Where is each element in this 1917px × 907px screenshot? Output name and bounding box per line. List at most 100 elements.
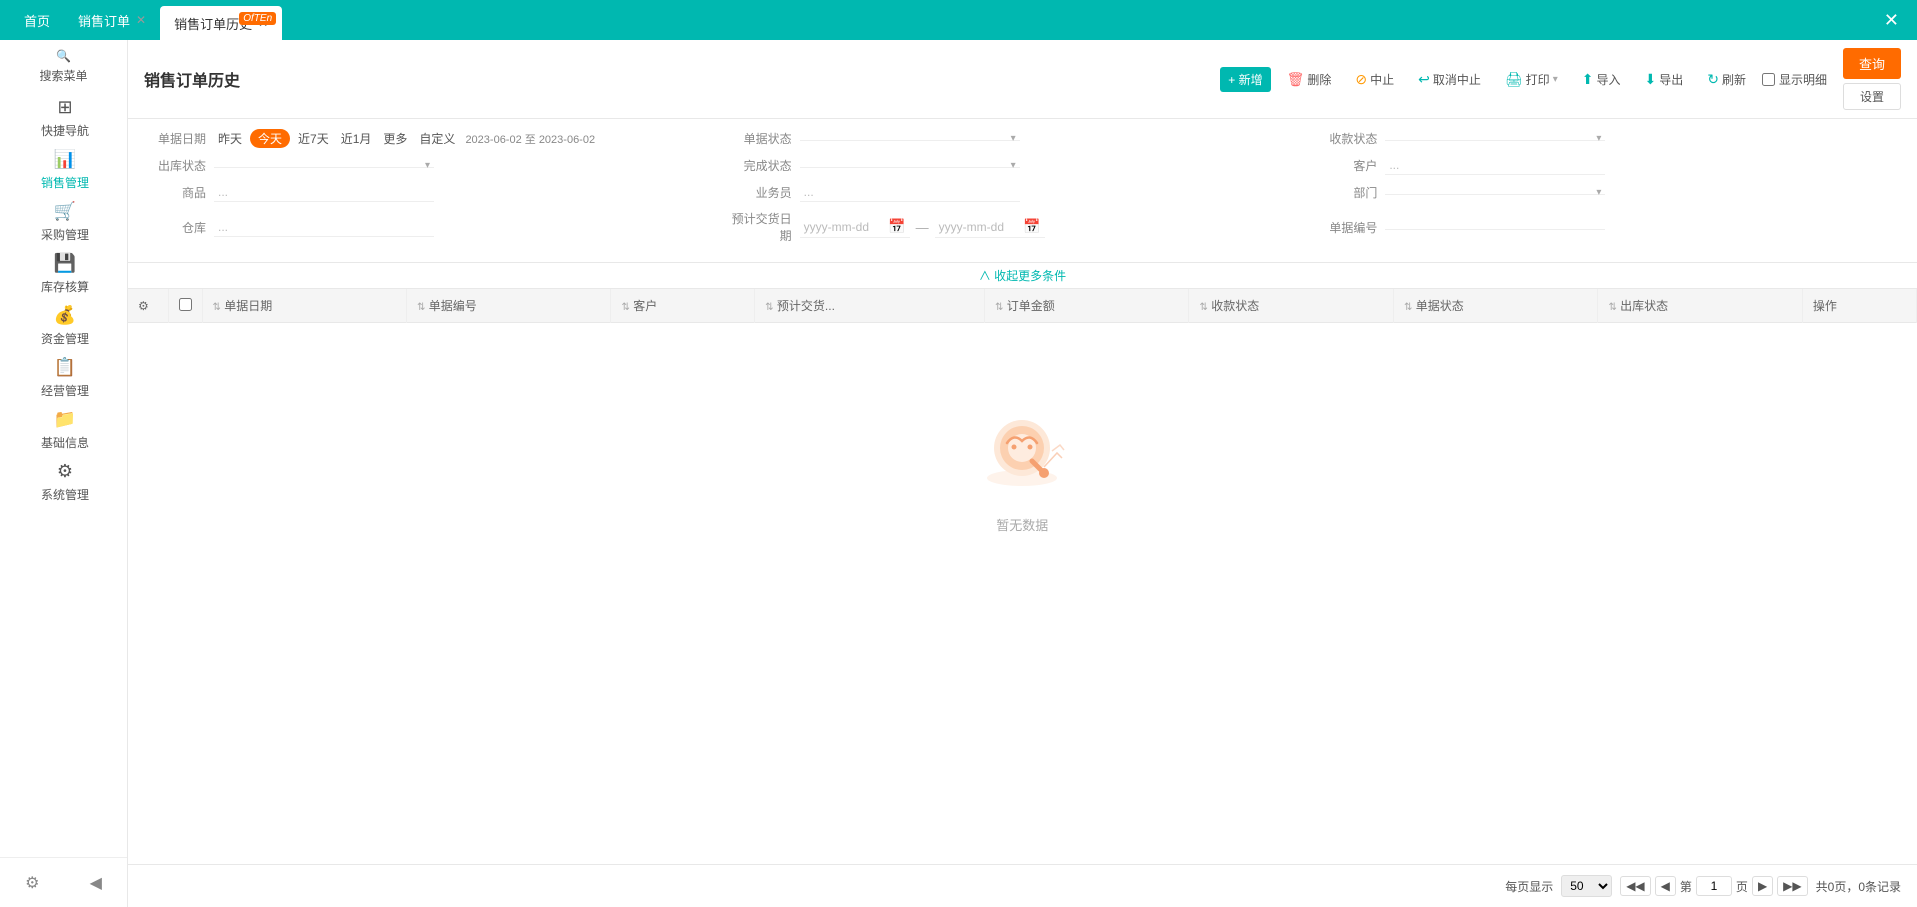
col-action: 操作: [1802, 289, 1916, 323]
col-bill-status-label: 单据状态: [1416, 299, 1464, 313]
new-button[interactable]: + 新增: [1220, 67, 1270, 92]
import-button[interactable]: ⬆ 导入: [1574, 67, 1629, 92]
empty-state: 暂无数据: [128, 323, 1917, 614]
product-select[interactable]: ...: [214, 183, 434, 202]
receipt-status-select[interactable]: ▾: [1385, 136, 1605, 141]
date-btn-7days[interactable]: 近7天: [294, 129, 333, 148]
empty-text: 暂无数据: [996, 515, 1048, 534]
page-size-select[interactable]: 50 10 20 100: [1561, 875, 1612, 897]
refresh-button-label: 刷新: [1722, 71, 1746, 88]
sidebar-item-capital-label: 资金管理: [41, 330, 89, 347]
refresh-button[interactable]: ↻ 刷新: [1699, 67, 1754, 92]
filter-row-1: 单据日期 昨天 今天 近7天 近1月 更多 自定义 2023-06-02 至 2…: [144, 129, 1901, 148]
date-btn-1month[interactable]: 近1月: [337, 129, 376, 148]
filter-row-3: 商品 ... 业务员 ... 部门 ▾: [144, 183, 1901, 202]
col-bill-number[interactable]: ⇅ 单据编号: [406, 289, 610, 323]
date-btn-custom[interactable]: 自定义: [415, 129, 459, 148]
stop-button[interactable]: ⊘ 中止: [1347, 67, 1402, 92]
customer-select[interactable]: ...: [1385, 156, 1605, 175]
bill-number-input[interactable]: [1385, 225, 1605, 230]
first-page-button[interactable]: ◀◀: [1620, 876, 1650, 896]
delivery-start-input[interactable]: yyyy-mm-dd 📅: [800, 216, 910, 238]
tab-sales-order[interactable]: 销售订单 ✕: [64, 0, 160, 40]
display-toggle-checkbox[interactable]: [1762, 73, 1775, 86]
col-est-delivery[interactable]: ⇅ 预计交货...: [755, 289, 985, 323]
often-badge: OfTEn: [239, 12, 276, 25]
sidebar-item-quick-nav[interactable]: ⊞ 快捷导航: [0, 92, 127, 144]
customer-label: 客户: [1315, 157, 1385, 174]
settings-button[interactable]: 设置: [1843, 83, 1901, 110]
table-header-row: ⚙ ⇅ 单据日期 ⇅ 单据编号 ⇅ 客户 ⇅ 预计交货... ⇅ 订单金额 ⇅ …: [128, 289, 1917, 323]
product-dots: ...: [218, 185, 228, 199]
page-title: 销售订单历史: [144, 67, 240, 91]
select-all-checkbox[interactable]: [179, 298, 192, 311]
window-close-button[interactable]: ✕: [1876, 6, 1907, 35]
col-outbound-status[interactable]: ⇅ 出库状态: [1598, 289, 1802, 323]
export-button[interactable]: ⬇ 导出: [1636, 67, 1691, 92]
col-customer[interactable]: ⇅ 客户: [611, 289, 755, 323]
complete-status-select[interactable]: ▾: [800, 163, 1020, 168]
sidebar-item-operation[interactable]: 📋 经营管理: [0, 352, 127, 404]
calendar-start-icon[interactable]: 📅: [888, 218, 905, 235]
receipt-status-chevron-icon: ▾: [1596, 133, 1601, 144]
department-select[interactable]: ▾: [1385, 190, 1605, 195]
tab-sales-order-close[interactable]: ✕: [136, 13, 146, 27]
sidebar-item-sales-mgmt[interactable]: 📊 销售管理: [0, 144, 127, 196]
display-toggle[interactable]: 显示明细: [1762, 71, 1827, 88]
cancel-stop-button-label: 取消中止: [1433, 71, 1481, 88]
salesperson-dots: ...: [804, 185, 814, 199]
sidebar-item-search-menu[interactable]: 🔍 搜索菜单: [0, 40, 127, 92]
pagination: 每页显示 50 10 20 100 ◀◀ ◀ 第 页 ▶ ▶▶ 共0页，0条记录: [128, 864, 1917, 907]
sidebar-item-inventory[interactable]: 💾 库存核算: [0, 248, 127, 300]
new-button-label: + 新增: [1228, 71, 1262, 88]
col-bill-date-sort-icon: ⇅: [213, 302, 221, 313]
bill-number-label: 单据编号: [1315, 219, 1385, 236]
col-bill-status-sort-icon: ⇅: [1404, 302, 1412, 313]
outbound-status-select[interactable]: ▾: [214, 163, 434, 168]
page-nav: ◀◀ ◀ 第 页 ▶ ▶▶: [1620, 876, 1807, 896]
col-receipt-status-sort-icon: ⇅: [1199, 302, 1207, 313]
export-button-label: 导出: [1659, 71, 1683, 88]
salesperson-select[interactable]: ...: [800, 183, 1020, 202]
last-page-button[interactable]: ▶▶: [1777, 876, 1807, 896]
tab-sales-order-history[interactable]: 销售订单历史 ✕ OfTEn: [160, 6, 282, 40]
col-order-amount[interactable]: ⇅ 订单金额: [984, 289, 1188, 323]
calendar-end-icon[interactable]: 📅: [1023, 218, 1040, 235]
product-control: ...: [214, 183, 730, 202]
collapse-bar[interactable]: ∧ 收起更多条件: [128, 263, 1917, 289]
col-bill-date[interactable]: ⇅ 单据日期: [202, 289, 406, 323]
table-body: 暂无数据: [128, 323, 1917, 615]
delivery-end-input[interactable]: yyyy-mm-dd 📅: [935, 216, 1045, 238]
date-btn-yesterday[interactable]: 昨天: [214, 129, 246, 148]
sidebar-item-capital[interactable]: 💰 资金管理: [0, 300, 127, 352]
col-customer-label: 客户: [633, 299, 657, 313]
cancel-stop-button[interactable]: ↩ 取消中止: [1410, 67, 1489, 92]
sidebar-item-system[interactable]: ⚙ 系统管理: [0, 456, 127, 508]
query-button[interactable]: 查询: [1843, 48, 1901, 79]
customer-dots: ...: [1389, 158, 1399, 172]
prev-page-button[interactable]: ◀: [1655, 876, 1676, 896]
col-customer-sort-icon: ⇅: [621, 302, 629, 313]
warehouse-select[interactable]: ...: [214, 218, 434, 237]
col-settings[interactable]: ⚙: [128, 289, 168, 323]
print-button[interactable]: 🖨 打印 ▾: [1497, 67, 1566, 92]
sidebar-item-basic-info[interactable]: 📁 基础信息: [0, 404, 127, 456]
col-receipt-status[interactable]: ⇅ 收款状态: [1189, 289, 1393, 323]
next-page-button[interactable]: ▶: [1752, 876, 1773, 896]
col-bill-status[interactable]: ⇅ 单据状态: [1393, 289, 1597, 323]
stop-icon: ⊘: [1355, 71, 1367, 88]
delete-button[interactable]: 🗑 删除: [1279, 67, 1340, 92]
date-btn-more[interactable]: 更多: [379, 129, 411, 148]
date-btn-today[interactable]: 今天: [250, 129, 290, 148]
tab-home[interactable]: 首页: [10, 0, 64, 40]
collapse-label: ∧ 收起更多条件: [979, 269, 1066, 283]
col-checkbox[interactable]: [168, 289, 202, 323]
empty-icon: [972, 403, 1072, 503]
sidebar-settings-icon[interactable]: ⚙: [25, 873, 39, 893]
empty-state-row: 暂无数据: [128, 323, 1917, 615]
sidebar-collapse-icon[interactable]: ◀: [90, 873, 102, 893]
bill-status-select[interactable]: ▾: [800, 136, 1020, 141]
complete-status-control: ▾: [800, 163, 1316, 168]
sidebar-item-purchase-mgmt[interactable]: 🛒 采购管理: [0, 196, 127, 248]
page-number-input[interactable]: [1696, 876, 1732, 896]
